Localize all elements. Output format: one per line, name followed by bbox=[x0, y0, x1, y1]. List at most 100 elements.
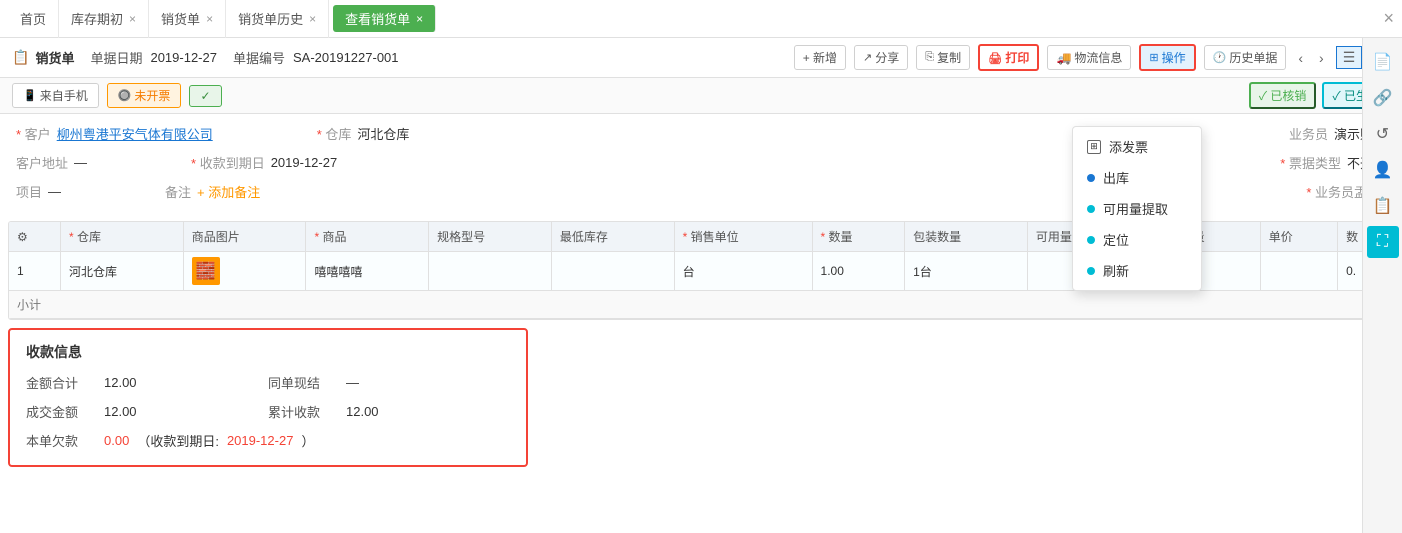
subtotal-label: 小计 bbox=[9, 291, 1393, 319]
outbound-label: 出库 bbox=[1103, 168, 1129, 187]
tab-home-label: 首页 bbox=[20, 9, 46, 28]
tab-stock-init[interactable]: 库存期初 × bbox=[59, 0, 149, 38]
due-close: ） bbox=[301, 431, 314, 450]
ticket-label: 票据类型 bbox=[1280, 153, 1341, 172]
copy-button[interactable]: ⎘ 复制 bbox=[916, 45, 970, 70]
accumulated-label: 累计收款 bbox=[268, 402, 338, 421]
dropdown-locate[interactable]: 定位 bbox=[1073, 224, 1201, 255]
action-row: 📱 来自手机 🔘 未开票 ✓ ✓ 已核销 ✓ 已生效 bbox=[0, 78, 1402, 114]
tab-sales-close[interactable]: × bbox=[206, 12, 213, 26]
dropdown-refresh[interactable]: 刷新 bbox=[1073, 255, 1201, 286]
transaction-value: 12.00 bbox=[104, 404, 137, 419]
new-button[interactable]: + 新增 bbox=[794, 45, 846, 70]
row-img-cell: 🧱 bbox=[183, 252, 306, 291]
dropdown-outbound[interactable]: 出库 bbox=[1073, 162, 1201, 193]
main-area: 📋 销货单 单据日期 2019-12-27 单据编号 SA-20191227-0… bbox=[0, 38, 1402, 533]
history-button[interactable]: 🕐 历史单据 bbox=[1204, 45, 1287, 70]
warehouse-value: 河北仓库 bbox=[357, 124, 409, 143]
project-field: 项目 — bbox=[16, 182, 61, 201]
logistics-label: 物流信息 bbox=[1074, 49, 1122, 66]
sidebar-doc-icon[interactable]: 📄 bbox=[1367, 46, 1399, 78]
sidebar-clipboard-icon[interactable]: 📋 bbox=[1367, 190, 1399, 222]
customer-value[interactable]: 柳州粤港平安气体有限公司 bbox=[57, 124, 213, 143]
customer-label: 客户 bbox=[16, 124, 51, 143]
col-product-img: 商品图片 bbox=[183, 222, 306, 252]
from-phone-label: 来自手机 bbox=[40, 87, 88, 104]
balance-row: 本单欠款 0.00 （收款到期日: 2019-12-27 ） bbox=[26, 428, 510, 453]
settings-icon[interactable]: ⚙ bbox=[17, 230, 28, 244]
operate-button[interactable]: ⊞ 操作 bbox=[1139, 44, 1195, 71]
list-view-btn[interactable]: ☰ bbox=[1336, 46, 1363, 69]
tab-view-sales-label: 查看销货单 bbox=[345, 9, 410, 28]
row-min-stock bbox=[551, 252, 674, 291]
history-icon: 🕐 bbox=[1213, 51, 1227, 64]
address-label: 客户地址 bbox=[16, 153, 68, 172]
from-phone-button[interactable]: 📱 来自手机 bbox=[12, 83, 99, 108]
note-label: 备注 bbox=[165, 182, 191, 201]
operate-dropdown: ⊞ 添发票 出库 可用量提取 定位 刷新 bbox=[1072, 126, 1202, 291]
confirm-icon: ✓ bbox=[200, 89, 210, 103]
nav-prev[interactable]: ‹ bbox=[1294, 48, 1307, 68]
warehouse-field: 仓库 河北仓库 bbox=[317, 124, 410, 143]
due-label: （收款到期日: bbox=[137, 431, 219, 450]
add-note-button[interactable]: 添加备注 bbox=[197, 182, 260, 201]
sidebar-refresh-icon[interactable]: ↺ bbox=[1367, 118, 1399, 150]
tab-sales-history-label: 销货单历史 bbox=[238, 9, 303, 28]
cancelled-badge[interactable]: ✓ 已核销 bbox=[1249, 82, 1317, 109]
tab-sales-history-close[interactable]: × bbox=[309, 12, 316, 26]
locate-label: 定位 bbox=[1103, 230, 1129, 249]
settlement-label: 同单现结 bbox=[268, 373, 338, 392]
due-date-field: 收款到期日 2019-12-27 bbox=[191, 153, 337, 172]
sidebar-user-icon[interactable]: 👤 bbox=[1367, 154, 1399, 186]
share-button[interactable]: ↗ 分享 bbox=[854, 45, 908, 70]
not-open-button[interactable]: 🔘 未开票 bbox=[107, 83, 182, 108]
project-value: — bbox=[48, 184, 61, 199]
col-unit: 销售单位 bbox=[674, 222, 812, 252]
confirm-button[interactable]: ✓ bbox=[189, 85, 221, 107]
balance-label: 本单欠款 bbox=[26, 431, 96, 450]
row-no: 1 bbox=[9, 252, 60, 291]
tab-bar: 首页 库存期初 × 销货单 × 销货单历史 × 查看销货单 × × bbox=[0, 0, 1402, 38]
amount-row: 金额合计 12.00 bbox=[26, 370, 268, 395]
tab-stock-init-close[interactable]: × bbox=[129, 12, 136, 26]
tab-sales[interactable]: 销货单 × bbox=[149, 0, 226, 38]
settlement-value: — bbox=[346, 375, 359, 390]
due-date-label: 收款到期日 bbox=[191, 153, 265, 172]
sidebar-link-icon[interactable]: 🔗 bbox=[1367, 82, 1399, 114]
sidebar-expand-icon[interactable]: ⛶ bbox=[1367, 226, 1399, 258]
print-button[interactable]: 🖨 打印 bbox=[978, 44, 1039, 71]
ticket-icon: 🔘 bbox=[118, 89, 132, 102]
doc-date-label: 单据日期 bbox=[90, 48, 142, 67]
payment-title: 收款信息 bbox=[26, 342, 510, 362]
dropdown-available-qty[interactable]: 可用量提取 bbox=[1073, 193, 1201, 224]
add-invoice-icon: ⊞ bbox=[1087, 140, 1101, 154]
logistics-button[interactable]: 🚚 物流信息 bbox=[1047, 45, 1131, 70]
col-price: 单价 bbox=[1260, 222, 1337, 252]
doc-no-value: SA-20191227-001 bbox=[293, 50, 399, 65]
tab-sales-history[interactable]: 销货单历史 × bbox=[226, 0, 329, 38]
doc-title: 销货单 bbox=[35, 48, 74, 67]
row-qty: 1.00 bbox=[812, 252, 905, 291]
nav-next[interactable]: › bbox=[1315, 48, 1328, 68]
cancelled-label: 已核销 bbox=[1270, 89, 1306, 103]
print-label: 打印 bbox=[1005, 51, 1029, 65]
operate-icon: ⊞ bbox=[1149, 51, 1158, 64]
tab-view-sales[interactable]: 查看销货单 × bbox=[333, 5, 436, 32]
effective-icon: ✓ bbox=[1332, 89, 1340, 103]
dropdown-add-invoice[interactable]: ⊞ 添发票 bbox=[1073, 131, 1201, 162]
employee-label: 业务员 bbox=[1289, 124, 1328, 143]
copy-icon: ⎘ bbox=[925, 51, 934, 64]
row-product: 嘻嘻嘻嘻 bbox=[306, 252, 429, 291]
tab-view-sales-close[interactable]: × bbox=[416, 12, 423, 26]
window-close-button[interactable]: × bbox=[1383, 8, 1394, 29]
customer-field: 客户 柳州粤港平安气体有限公司 bbox=[16, 124, 213, 143]
sales-label: 业务员盂 bbox=[1306, 182, 1367, 201]
col-min-stock: 最低库存 bbox=[551, 222, 674, 252]
truck-icon: 🚚 bbox=[1056, 51, 1071, 65]
history-label: 历史单据 bbox=[1229, 49, 1277, 66]
col-spec: 规格型号 bbox=[429, 222, 552, 252]
refresh-icon bbox=[1087, 267, 1095, 275]
col-product: 商品 bbox=[306, 222, 429, 252]
tab-home[interactable]: 首页 bbox=[8, 0, 59, 38]
outbound-icon bbox=[1087, 174, 1095, 182]
